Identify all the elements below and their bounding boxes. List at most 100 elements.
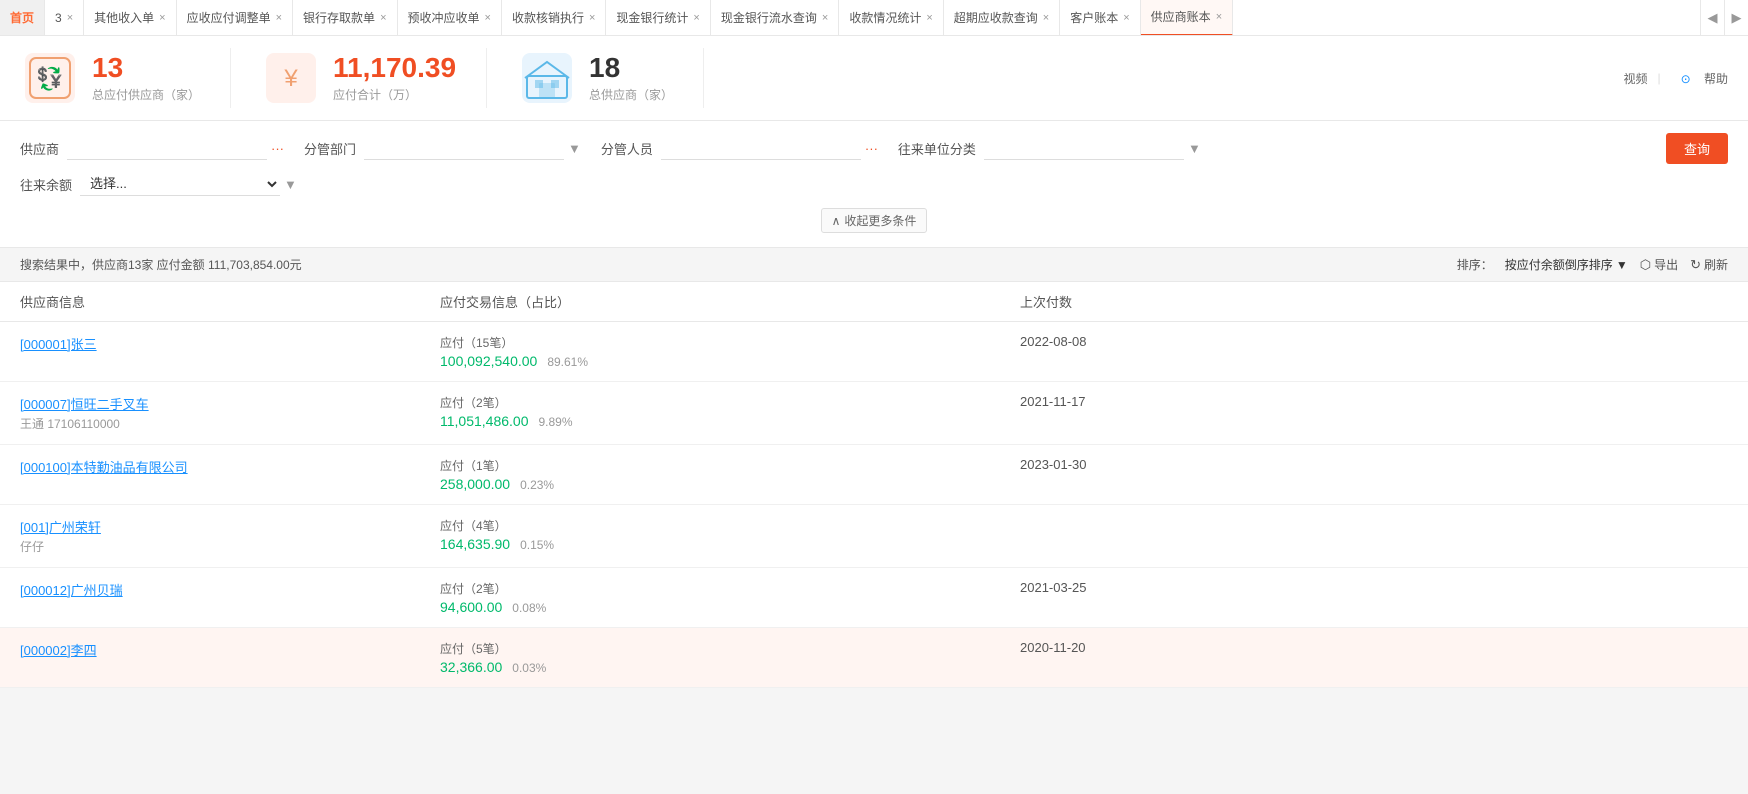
nav-tab-bank-deposit[interactable]: 银行存取款单 × (293, 0, 397, 36)
transaction-cell-2: 应付（1笔） 258,000.00 0.23% (440, 457, 1020, 492)
last-pay-date-5: 2020-11-20 (1020, 640, 1086, 655)
sort-button[interactable]: 按应付余额倒序排序 ▼ (1505, 256, 1628, 273)
table-row: [000100]本特勤油品有限公司 应付（1笔） 258,000.00 0.23… (0, 445, 1748, 505)
close-icon[interactable]: × (1043, 12, 1049, 24)
lastpay-cell-5: 2020-11-20 (1020, 640, 1728, 655)
supplier-link-3[interactable]: [001]广州荣轩 (20, 520, 101, 535)
supplier-link-1[interactable]: [000007]恒旺二手叉车 (20, 397, 149, 412)
table-body: [000001]张三 应付（15笔） 100,092,540.00 89.61%… (0, 322, 1748, 688)
close-icon[interactable]: × (589, 12, 595, 24)
close-icon[interactable]: × (276, 12, 282, 24)
close-icon[interactable]: × (485, 12, 491, 24)
nav-tab-cash-stat[interactable]: 现金银行统计 × (606, 0, 710, 36)
filter-dept: 分管部门 ▼ (304, 138, 581, 160)
nav-prev-button[interactable]: ◀ (1700, 0, 1724, 36)
help-link[interactable]: ⊙ 帮助 (1671, 70, 1728, 87)
balance-filter-label: 往来余额 (20, 175, 72, 194)
nav-tab-receipt-stat[interactable]: 收款情况统计 × (839, 0, 943, 36)
nav-tab-other-income[interactable]: 其他收入单 × (84, 0, 176, 36)
nav-tab-ar-adjust[interactable]: 应收应付调整单 × (177, 0, 293, 36)
tx-amount-2[interactable]: 258,000.00 (440, 476, 510, 492)
summary-card-amount: ¥ 11,170.39 应付合计（万） (261, 48, 487, 108)
person-input[interactable] (661, 138, 861, 160)
close-icon[interactable]: × (926, 12, 932, 24)
lastpay-cell-2: 2023-01-30 (1020, 457, 1728, 472)
svg-text:¥: ¥ (283, 65, 298, 92)
last-pay-date-4: 2021-03-25 (1020, 580, 1087, 595)
nav-tab-customer-ledger-label: 客户账本 (1070, 9, 1118, 26)
nav-tab-3[interactable]: 3 × (45, 0, 84, 36)
close-icon[interactable]: × (1123, 12, 1129, 24)
summary-card2-value: 11,170.39 (333, 54, 456, 82)
tx-label-3: 应付（4笔） (440, 517, 1020, 534)
balance-chevron-icon[interactable]: ▼ (284, 177, 297, 192)
unit-class-input[interactable] (984, 138, 1184, 160)
tx-amount-5[interactable]: 32,366.00 (440, 659, 502, 675)
nav-tab-collection-label: 收款核销执行 (512, 9, 584, 26)
col-header-lastpay: 上次付数 (1020, 292, 1728, 311)
nav-tab-cash-flow[interactable]: 现金银行流水查询 × (711, 0, 839, 36)
supplier-input[interactable] (67, 138, 267, 160)
tx-row-1: 11,051,486.00 9.89% (440, 413, 1020, 429)
supplier-cell-2: [000100]本特勤油品有限公司 (20, 457, 440, 476)
nav-tab-overdue[interactable]: 超期应收款查询 × (944, 0, 1060, 36)
close-icon[interactable]: × (693, 12, 699, 24)
dept-chevron-icon[interactable]: ▼ (568, 141, 581, 156)
supplier-link-4[interactable]: [000012]广州贝瑞 (20, 583, 123, 598)
tx-amount-3[interactable]: 164,635.90 (440, 536, 510, 552)
nav-tab-collection[interactable]: 收款核销执行 × (502, 0, 606, 36)
supplier-link-0[interactable]: [000001]张三 (20, 337, 97, 352)
tx-percent-4: 0.08% (512, 601, 546, 615)
sort-value: 按应付余额倒序排序 (1505, 256, 1613, 273)
tx-percent-2: 0.23% (520, 478, 554, 492)
tx-label-1: 应付（2笔） (440, 394, 1020, 411)
summary-help-area: 视频 | ⊙ 帮助 (1613, 70, 1728, 87)
supplier-link-5[interactable]: [000002]李四 (20, 643, 97, 658)
nav-tab-cash-stat-label: 现金银行统计 (616, 9, 688, 26)
close-icon[interactable]: × (822, 12, 828, 24)
table-row: [000001]张三 应付（15笔） 100,092,540.00 89.61%… (0, 322, 1748, 382)
nav-arrows: ◀ ▶ (1700, 0, 1748, 36)
video-link[interactable]: 视频 (1623, 70, 1647, 87)
collapse-row: ∧ 收起更多条件 (20, 204, 1728, 239)
store-card-icon (517, 48, 577, 108)
supplier-filter-label: 供应商 (20, 139, 59, 158)
data-table: 供应商信息 应付交易信息（占比） 上次付数 [000001]张三 应付（15笔）… (0, 282, 1748, 688)
balance-select[interactable]: 选择... (80, 172, 280, 196)
collapse-button[interactable]: ∧ 收起更多条件 (821, 208, 928, 233)
nav-tab-advance[interactable]: 预收冲应收单 × (398, 0, 502, 36)
tx-amount-1[interactable]: 11,051,486.00 (440, 413, 529, 429)
close-icon[interactable]: × (1216, 11, 1222, 23)
nav-tab-bank-deposit-label: 银行存取款单 (303, 9, 375, 26)
tx-amount-4[interactable]: 94,600.00 (440, 599, 502, 615)
close-icon[interactable]: × (159, 12, 165, 24)
tx-amount-0[interactable]: 100,092,540.00 (440, 353, 537, 369)
transaction-cell-5: 应付（5笔） 32,366.00 0.03% (440, 640, 1020, 675)
query-button[interactable]: 查询 (1666, 133, 1728, 164)
supplier-link-2[interactable]: [000100]本特勤油品有限公司 (20, 460, 188, 475)
dept-input[interactable] (364, 138, 564, 160)
result-bar: 搜索结果中，供应商13家 应付金额 111,703,854.00元 排序： 按应… (0, 248, 1748, 282)
transaction-cell-0: 应付（15笔） 100,092,540.00 89.61% (440, 334, 1020, 369)
sort-chevron-icon: ▼ (1616, 258, 1628, 272)
tx-row-3: 164,635.90 0.15% (440, 536, 1020, 552)
unit-class-chevron-icon[interactable]: ▼ (1188, 141, 1201, 156)
nav-tab-customer-ledger[interactable]: 客户账本 × (1060, 0, 1140, 36)
nav-tab-home[interactable]: 首页 (0, 0, 45, 36)
filter-person: 分管人员 ··· (601, 138, 878, 160)
person-filter-label: 分管人员 (601, 139, 653, 158)
person-dots-icon[interactable]: ··· (865, 141, 878, 156)
lastpay-cell-0: 2022-08-08 (1020, 334, 1728, 349)
nav-tab-supplier-ledger[interactable]: 供应商账本 × (1141, 0, 1233, 36)
export-button[interactable]: ⬡ 导出 (1640, 256, 1678, 273)
close-icon[interactable]: × (67, 12, 73, 24)
refresh-button[interactable]: ↻ 刷新 (1690, 256, 1728, 273)
collapse-label: 收起更多条件 (844, 212, 916, 229)
lastpay-cell-4: 2021-03-25 (1020, 580, 1728, 595)
filter-area: 供应商 ··· 分管部门 ▼ 分管人员 ··· 往来单位分类 ▼ 查询 往来余额… (0, 121, 1748, 248)
nav-tab-cash-flow-label: 现金银行流水查询 (721, 9, 817, 26)
nav-next-button[interactable]: ▶ (1724, 0, 1748, 36)
supplier-dots-icon[interactable]: ··· (271, 141, 284, 156)
close-icon[interactable]: × (380, 12, 386, 24)
summary-card-suppliers: 💱 13 总应付供应商（家） (20, 48, 231, 108)
